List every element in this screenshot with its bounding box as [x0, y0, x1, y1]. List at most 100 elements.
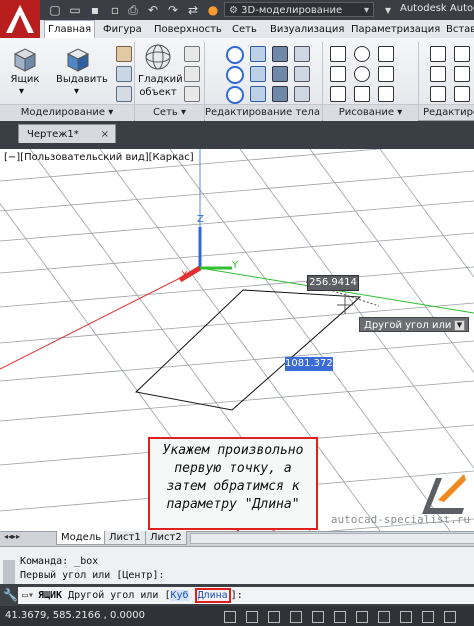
arc-icon[interactable] — [354, 66, 370, 82]
wrench-icon[interactable]: 🔧 — [3, 588, 18, 602]
tab-layout2[interactable]: Лист2 — [145, 531, 187, 545]
horizontal-scrollbar[interactable] — [190, 533, 474, 544]
ortho-toggle-icon[interactable] — [290, 611, 302, 623]
tab-model[interactable]: Модель — [56, 531, 107, 545]
move-icon[interactable] — [430, 46, 446, 62]
mesh-refine-icon[interactable] — [184, 86, 200, 102]
model-space-icon[interactable] — [224, 611, 236, 623]
box-tool[interactable] — [9, 44, 39, 77]
option-length[interactable]: Длина — [194, 588, 231, 603]
chevron-down-icon[interactable]: ▾ — [19, 86, 24, 97]
smooth-object-tool[interactable] — [143, 42, 173, 75]
panel-modeling[interactable]: Моделирование ▾ — [0, 104, 134, 121]
annotation-scale-icon[interactable] — [422, 611, 434, 623]
share-icon[interactable]: ⇄ — [186, 3, 200, 17]
transparency-toggle-icon[interactable] — [400, 611, 412, 623]
mesh-smooth-less-icon[interactable] — [184, 66, 200, 82]
intersect-icon[interactable] — [226, 86, 244, 104]
ellipse-icon[interactable] — [378, 86, 394, 102]
chevron-down-icon: ▾ — [181, 107, 187, 118]
tab-nav-arrows[interactable]: ◂◂▸▸ — [4, 532, 20, 541]
panel-mesh[interactable]: Сеть ▾ — [135, 104, 204, 121]
qat-customize-icon[interactable]: ▾ — [381, 3, 395, 17]
chamfer-edge-icon[interactable] — [294, 66, 310, 82]
close-icon[interactable]: × — [101, 125, 109, 144]
tab-solid[interactable]: Фигура — [103, 21, 142, 38]
separate-icon[interactable] — [272, 86, 288, 102]
polysolid-icon[interactable] — [116, 46, 132, 62]
lineweight-toggle-icon[interactable] — [378, 611, 390, 623]
interfere-icon[interactable] — [250, 86, 266, 102]
command-window-grip[interactable] — [3, 560, 15, 584]
dynamic-ucs-icon[interactable] — [356, 611, 368, 623]
dynamic-prompt-tooltip[interactable]: Другой угол или ▼ — [359, 317, 469, 332]
panel-solid-editing[interactable]: Редактирование тела ▾ — [205, 104, 328, 121]
extrude-faces-icon[interactable] — [272, 66, 288, 82]
tab-surface[interactable]: Поверхность — [154, 21, 222, 38]
union-icon[interactable] — [226, 46, 244, 64]
grid-toggle-icon[interactable] — [246, 611, 258, 623]
subtract-icon[interactable] — [226, 66, 244, 84]
dynamic-input-width[interactable]: 256.9414 — [307, 275, 359, 291]
spline-icon[interactable] — [378, 46, 394, 62]
tab-mesh[interactable]: Сеть — [232, 21, 257, 38]
polyline-icon[interactable] — [330, 86, 346, 102]
workspace-switch-icon[interactable] — [444, 611, 456, 623]
print-icon[interactable]: ⎙ — [126, 3, 140, 17]
osnap-toggle-icon[interactable] — [334, 611, 346, 623]
redo-icon[interactable]: ↷ — [166, 3, 180, 17]
line-icon[interactable] — [330, 46, 346, 62]
rectangle-icon[interactable] — [330, 66, 346, 82]
loft-icon[interactable] — [116, 86, 132, 102]
application-menu-button[interactable] — [0, 0, 40, 40]
stretch-icon[interactable] — [430, 86, 446, 102]
tab-home[interactable]: Главная — [44, 20, 96, 38]
thicken-icon[interactable] — [250, 66, 266, 82]
panel-draw[interactable]: Рисование ▾ — [323, 104, 418, 121]
option-cube[interactable]: Куб — [170, 590, 189, 601]
copy-icon[interactable] — [430, 66, 446, 82]
command-dropdown-icon[interactable]: ▭▾ — [22, 587, 34, 604]
save-icon[interactable]: ▪ — [88, 3, 102, 17]
tab-parametric[interactable]: Параметризация — [351, 21, 440, 38]
smooth-object-label-line1[interactable]: Гладкий — [138, 74, 183, 85]
chevron-down-icon: ▾ — [363, 5, 369, 16]
viewport-controls[interactable]: [−][Пользовательский вид][Каркас] — [4, 152, 194, 163]
save-as-icon[interactable]: ▫ — [108, 3, 122, 17]
chevron-down-icon[interactable]: ▼ — [454, 320, 465, 331]
hatch-icon[interactable] — [354, 86, 370, 102]
extrude-tool[interactable] — [62, 44, 92, 77]
workspace-selector[interactable]: ⚙ 3D-моделирование ▾ — [224, 2, 374, 17]
mirror-icon[interactable] — [454, 66, 470, 82]
polygon-icon[interactable] — [378, 66, 394, 82]
box-label[interactable]: Ящик — [9, 74, 41, 85]
mesh-smooth-more-icon[interactable] — [184, 46, 200, 62]
presspull-icon[interactable] — [116, 66, 132, 82]
panel-modify[interactable]: Редактиров — [419, 104, 474, 120]
extrude-label[interactable]: Выдавить — [56, 74, 108, 85]
circle-icon[interactable] — [354, 46, 370, 62]
dynamic-input-length[interactable]: 1081.3728 — [285, 357, 339, 371]
rotate-icon[interactable] — [454, 46, 470, 62]
command-history-line: Первый угол или [Центр]: — [20, 570, 165, 581]
fillet-edge-icon[interactable] — [294, 46, 310, 62]
tab-insert[interactable]: Встав — [446, 21, 474, 38]
tab-visualize[interactable]: Визуализация — [270, 21, 344, 38]
extract-edges-icon[interactable] — [272, 46, 288, 62]
new-file-icon[interactable]: ▢ — [48, 3, 62, 17]
scale-icon[interactable] — [454, 86, 470, 102]
command-input[interactable]: ▭▾ ЯЩИК Другой угол или [Куб Длина]: — [18, 587, 474, 604]
extrude-icon — [66, 48, 90, 72]
undo-icon[interactable]: ↶ — [146, 3, 160, 17]
color-wheel-icon[interactable]: ● — [206, 3, 220, 17]
chevron-down-icon[interactable]: ▾ — [74, 86, 79, 97]
slice-icon[interactable] — [250, 46, 266, 62]
shell-icon[interactable] — [294, 86, 310, 102]
smooth-object-label-line2[interactable]: объект — [138, 87, 178, 98]
box-icon — [13, 48, 37, 72]
snap-toggle-icon[interactable] — [268, 611, 280, 623]
document-tab[interactable]: Чертеж1* × — [18, 124, 116, 143]
polar-toggle-icon[interactable] — [312, 611, 324, 623]
open-file-icon[interactable]: ▭ — [68, 3, 82, 17]
tab-layout1[interactable]: Лист1 — [104, 531, 146, 545]
